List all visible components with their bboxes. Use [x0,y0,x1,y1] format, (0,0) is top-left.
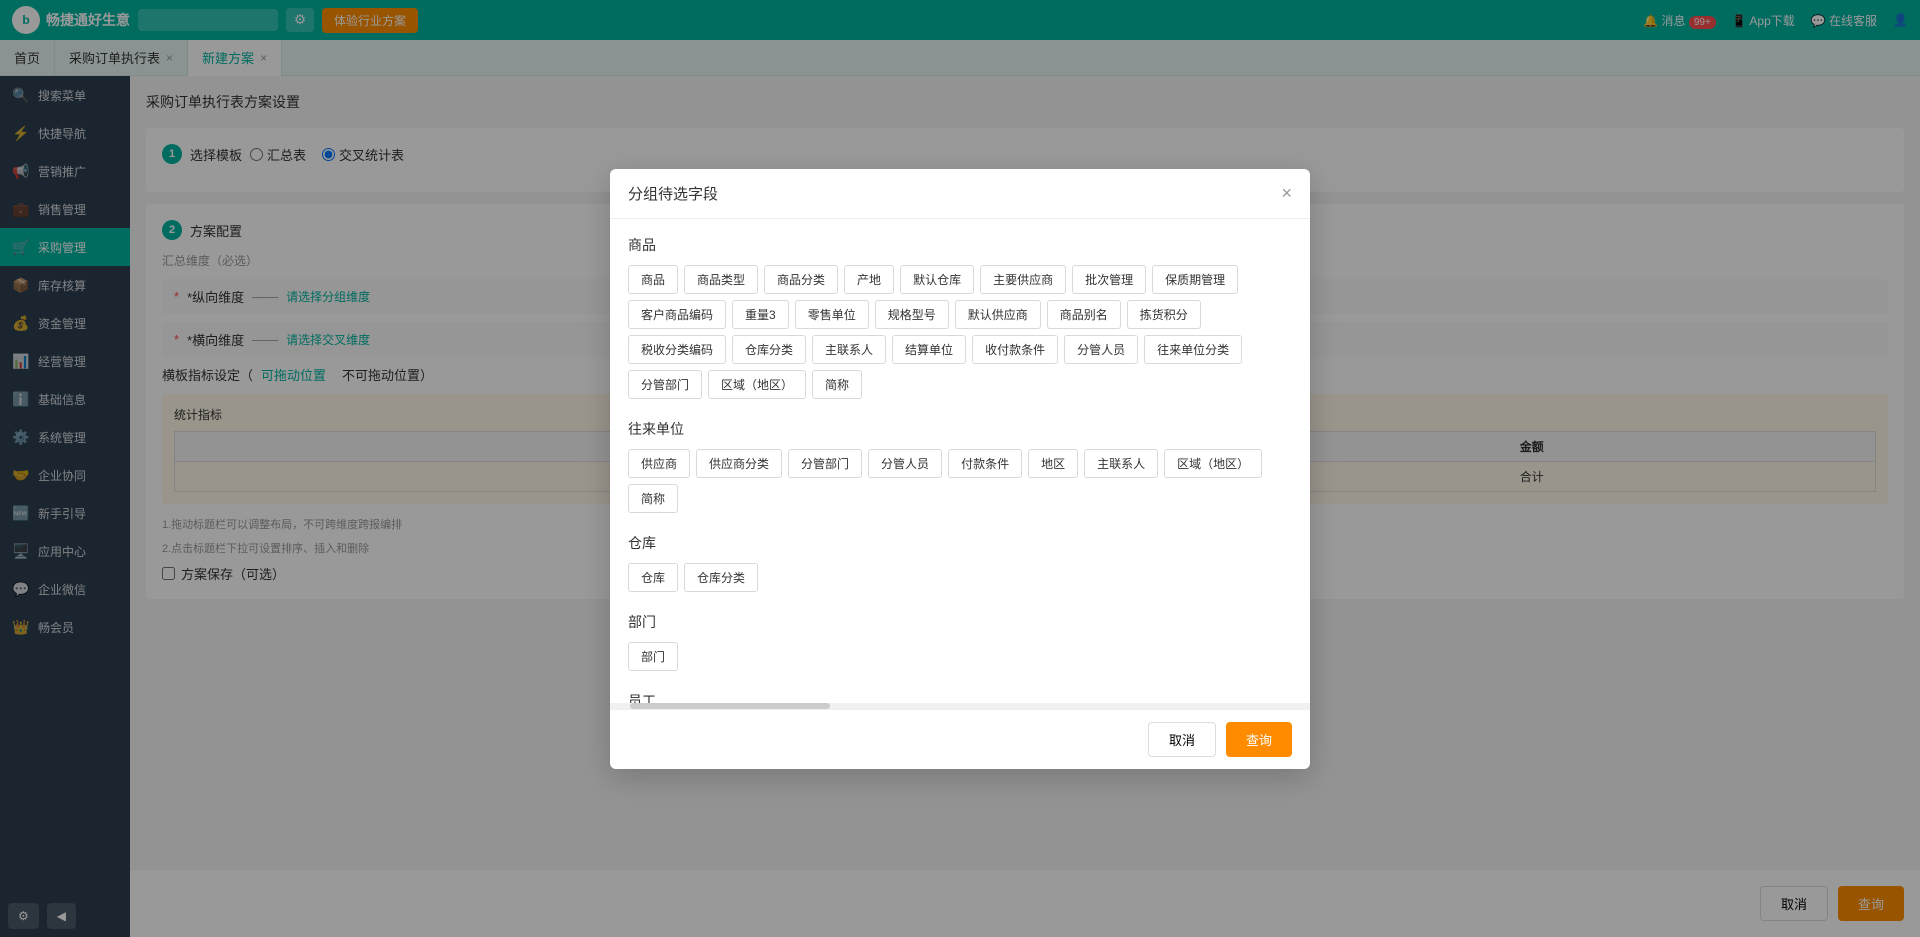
field-group-4: 员工业务员 [628,691,1292,703]
field-tag-0-10[interactable]: 零售单位 [795,300,869,329]
field-group-title-3: 部门 [628,612,1292,632]
field-tag-1-2[interactable]: 分管部门 [788,449,862,478]
field-group-1: 往来单位供应商供应商分类分管部门分管人员付款条件地区主联系人区域（地区） 简称 [628,419,1292,513]
field-tag-0-21[interactable]: 往来单位分类 [1144,335,1242,364]
field-tag-0-7[interactable]: 保质期管理 [1152,265,1238,294]
modal-footer: 取消 查询 [610,709,1310,769]
field-tag-0-24[interactable]: 简称 [812,370,862,399]
field-tag-0-12[interactable]: 默认供应商 [955,300,1041,329]
field-tag-0-11[interactable]: 规格型号 [875,300,949,329]
field-tag-2-1[interactable]: 仓库分类 [684,563,758,592]
modal-dialog: 分组待选字段 × 商品商品商品类型商品分类产地默认仓库主要供应商批次管理保质期管… [610,169,1310,769]
modal-body: 商品商品商品类型商品分类产地默认仓库主要供应商批次管理保质期管理客户商品编码重量… [610,219,1310,703]
field-tag-0-14[interactable]: 拣货积分 [1127,300,1201,329]
field-tag-0-9[interactable]: 重量3 [732,300,789,329]
field-group-2: 仓库仓库仓库分类 [628,533,1292,592]
field-tag-0-23[interactable]: 区域（地区） [708,370,806,399]
field-tags-2: 仓库仓库分类 [628,563,1292,592]
modal-confirm-button[interactable]: 查询 [1226,722,1292,757]
field-group-title-0: 商品 [628,235,1292,255]
field-tag-1-8[interactable]: 简称 [628,484,678,513]
field-tag-0-8[interactable]: 客户商品编码 [628,300,726,329]
modal-header: 分组待选字段 × [610,169,1310,219]
field-tag-1-1[interactable]: 供应商分类 [696,449,782,478]
field-tag-1-7[interactable]: 区域（地区） [1164,449,1262,478]
modal-title: 分组待选字段 [628,183,718,204]
modal-cancel-button[interactable]: 取消 [1148,722,1216,757]
field-tag-0-4[interactable]: 默认仓库 [900,265,974,294]
field-group-title-2: 仓库 [628,533,1292,553]
field-tag-0-15[interactable]: 税收分类编码 [628,335,726,364]
field-tag-0-19[interactable]: 收付款条件 [972,335,1058,364]
modal-overlay[interactable]: 分组待选字段 × 商品商品商品类型商品分类产地默认仓库主要供应商批次管理保质期管… [0,0,1920,937]
field-tag-1-5[interactable]: 地区 [1028,449,1078,478]
field-tag-1-6[interactable]: 主联系人 [1084,449,1158,478]
field-tag-3-0[interactable]: 部门 [628,642,678,671]
field-group-0: 商品商品商品类型商品分类产地默认仓库主要供应商批次管理保质期管理客户商品编码重量… [628,235,1292,399]
field-group-title-4: 员工 [628,691,1292,703]
field-tag-0-13[interactable]: 商品别名 [1047,300,1121,329]
field-tag-2-0[interactable]: 仓库 [628,563,678,592]
field-group-3: 部门部门 [628,612,1292,671]
field-tags-3: 部门 [628,642,1292,671]
field-tag-0-5[interactable]: 主要供应商 [980,265,1066,294]
field-tag-0-16[interactable]: 仓库分类 [732,335,806,364]
field-tag-1-4[interactable]: 付款条件 [948,449,1022,478]
field-tag-1-3[interactable]: 分管人员 [868,449,942,478]
field-tag-0-17[interactable]: 主联系人 [812,335,886,364]
field-tag-0-6[interactable]: 批次管理 [1072,265,1146,294]
field-tags-0: 商品商品类型商品分类产地默认仓库主要供应商批次管理保质期管理客户商品编码重量3零… [628,265,1292,399]
field-tags-1: 供应商供应商分类分管部门分管人员付款条件地区主联系人区域（地区） 简称 [628,449,1292,513]
field-tag-0-22[interactable]: 分管部门 [628,370,702,399]
field-tag-0-18[interactable]: 结算单位 [892,335,966,364]
field-tag-0-1[interactable]: 商品类型 [684,265,758,294]
field-tag-0-20[interactable]: 分管人员 [1064,335,1138,364]
modal-close-button[interactable]: × [1281,183,1292,204]
field-tag-0-0[interactable]: 商品 [628,265,678,294]
field-tag-0-2[interactable]: 商品分类 [764,265,838,294]
field-tag-0-3[interactable]: 产地 [844,265,894,294]
field-group-title-1: 往来单位 [628,419,1292,439]
field-tag-1-0[interactable]: 供应商 [628,449,690,478]
